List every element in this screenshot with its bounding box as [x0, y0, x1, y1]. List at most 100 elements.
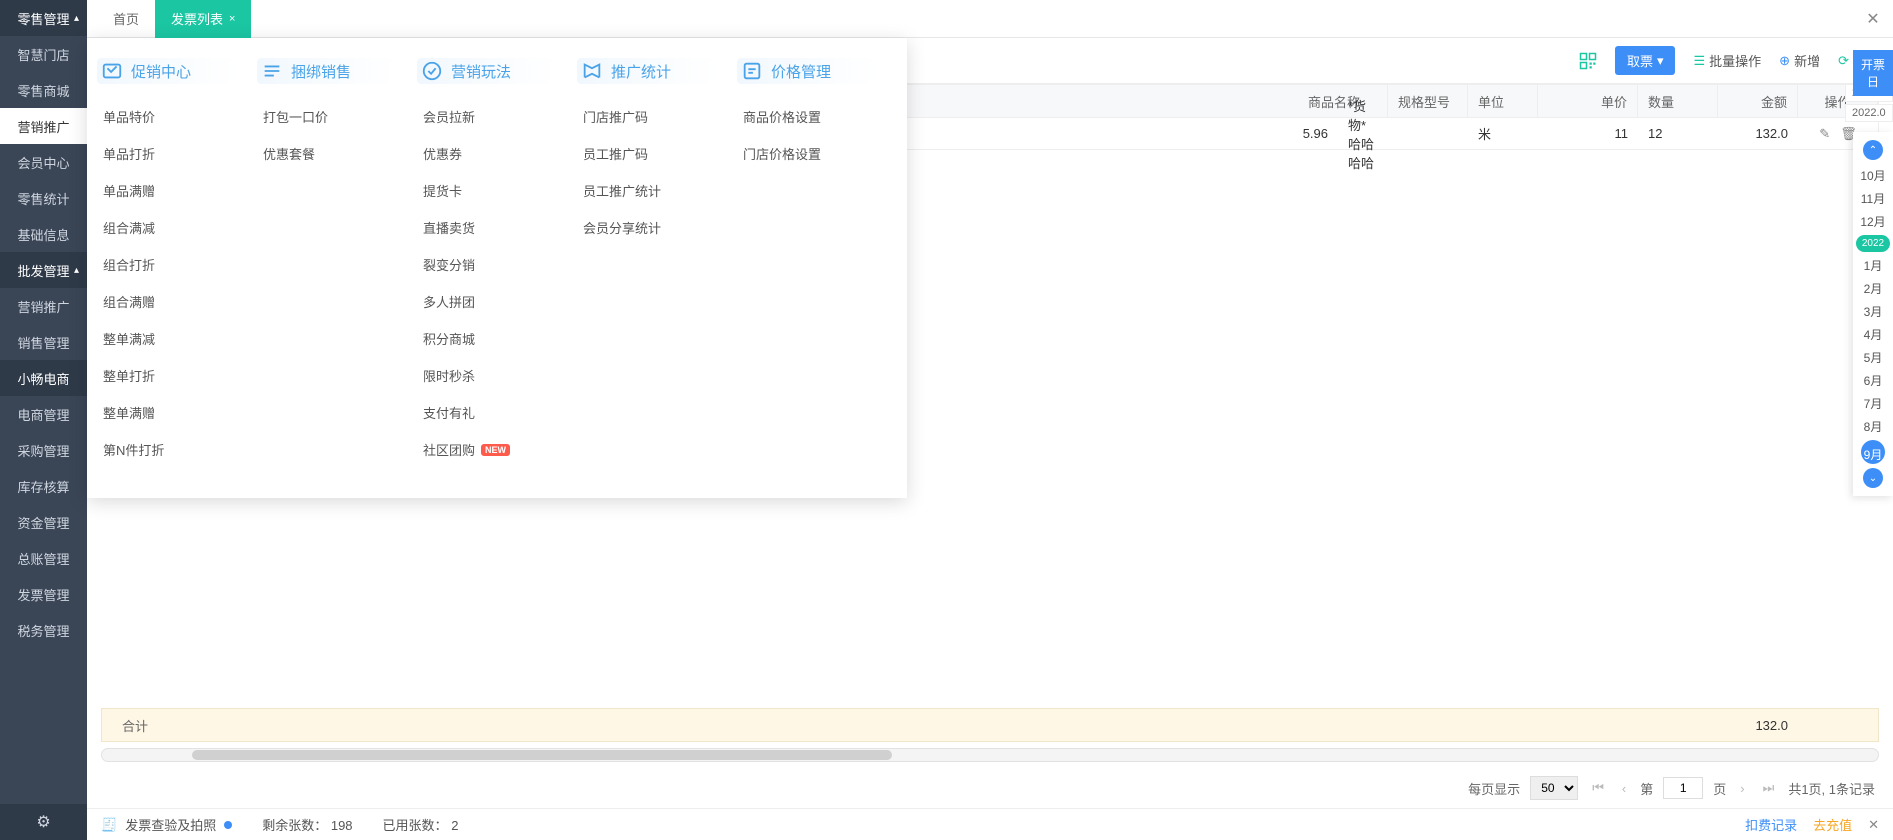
- statusbar-close-icon[interactable]: ✕: [1868, 817, 1879, 833]
- mega-menu-item[interactable]: 门店价格设置: [737, 135, 877, 172]
- month-item[interactable]: 12月: [1853, 210, 1893, 233]
- mega-menu-item[interactable]: 整单打折: [97, 357, 237, 394]
- sidebar-item[interactable]: 营销推广: [0, 108, 87, 144]
- pager-next-icon[interactable]: ›: [1736, 781, 1748, 796]
- sidebar-item[interactable]: 智慧门店: [0, 36, 87, 72]
- close-all-tabs-button[interactable]: ✕: [1853, 9, 1893, 29]
- mega-menu-item[interactable]: 第N件打折: [97, 431, 237, 468]
- mega-menu-item[interactable]: 商品价格设置: [737, 98, 877, 135]
- mega-menu-item[interactable]: 优惠券: [417, 135, 557, 172]
- tab[interactable]: 发票列表 ×: [155, 0, 251, 38]
- tab[interactable]: 首页: [97, 0, 155, 38]
- mega-menu-item[interactable]: 多人拼团: [417, 283, 557, 320]
- month-item[interactable]: 4月: [1853, 323, 1893, 346]
- sidebar-item[interactable]: 电商管理: [0, 396, 87, 432]
- edit-icon[interactable]: ✎: [1819, 126, 1830, 142]
- month-item[interactable]: 10月: [1853, 164, 1893, 187]
- mega-menu-item[interactable]: 裂变分销: [417, 246, 557, 283]
- mega-menu-item[interactable]: 提货卡: [417, 172, 557, 209]
- mega-item-label: 裂变分销: [423, 255, 475, 274]
- month-item[interactable]: 7月: [1853, 392, 1893, 415]
- month-item[interactable]: 8月: [1853, 415, 1893, 438]
- col-header-spec[interactable]: 规格型号: [1388, 85, 1468, 117]
- scroll-down-icon[interactable]: ⌄: [1863, 468, 1883, 488]
- sidebar-item[interactable]: 总账管理: [0, 540, 87, 576]
- month-item[interactable]: 6月: [1853, 369, 1893, 392]
- mega-menu-item[interactable]: 员工推广统计: [577, 172, 717, 209]
- qr-icon[interactable]: [1579, 52, 1597, 70]
- sidebar-item[interactable]: 采购管理: [0, 432, 87, 468]
- mega-menu-item[interactable]: 支付有礼: [417, 394, 557, 431]
- mini-date[interactable]: 2022.0: [1845, 104, 1893, 122]
- recharge-link[interactable]: 去充值: [1813, 815, 1852, 834]
- month-item[interactable]: 11月: [1853, 187, 1893, 210]
- mega-column-header: 价格管理: [737, 58, 877, 84]
- sidebar-item[interactable]: 零售管理▴: [0, 0, 87, 36]
- sidebar-item[interactable]: 营销推广: [0, 288, 87, 324]
- sidebar-item[interactable]: 发票管理: [0, 576, 87, 612]
- sidebar-item[interactable]: 基础信息: [0, 216, 87, 252]
- sidebar-item[interactable]: 会员中心: [0, 144, 87, 180]
- mega-menu-item[interactable]: 单品打折: [97, 135, 237, 172]
- pager-prev-icon[interactable]: ‹: [1618, 781, 1630, 796]
- sidebar-item[interactable]: 税务管理: [0, 612, 87, 648]
- mega-menu-item[interactable]: 组合满赠: [97, 283, 237, 320]
- invoice-date-tab[interactable]: 开票日: [1853, 50, 1893, 96]
- mega-menu-item[interactable]: 限时秒杀: [417, 357, 557, 394]
- qupiao-label: 取票: [1627, 51, 1653, 70]
- mega-menu-item[interactable]: 组合打折: [97, 246, 237, 283]
- pager-page-input[interactable]: [1663, 777, 1703, 799]
- qupiao-button[interactable]: 取票 ▾: [1615, 46, 1676, 75]
- mega-menu-item[interactable]: 优惠套餐: [257, 135, 397, 172]
- month-item[interactable]: 2月: [1853, 277, 1893, 300]
- mega-menu-item[interactable]: 组合满减: [97, 209, 237, 246]
- deduct-link[interactable]: 扣费记录: [1745, 815, 1797, 834]
- new-button[interactable]: ⊕ 新增: [1779, 51, 1820, 70]
- mega-column: 价格管理商品价格设置门店价格设置: [727, 58, 887, 468]
- mega-menu-item[interactable]: 积分商城: [417, 320, 557, 357]
- cell-qty: 12: [1638, 118, 1718, 149]
- month-item[interactable]: 1月: [1853, 254, 1893, 277]
- month-item[interactable]: 5月: [1853, 346, 1893, 369]
- month-item[interactable]: 3月: [1853, 300, 1893, 323]
- check-label[interactable]: 发票查验及拍照: [125, 815, 216, 834]
- mega-menu-item[interactable]: 会员分享统计: [577, 209, 717, 246]
- mega-menu-item[interactable]: 社区团购NEW: [417, 431, 557, 468]
- close-icon[interactable]: ×: [229, 13, 235, 25]
- per-page-select[interactable]: 50: [1530, 776, 1578, 800]
- mega-menu-item[interactable]: 会员拉新: [417, 98, 557, 135]
- mega-menu-item[interactable]: 单品特价: [97, 98, 237, 135]
- sidebar-item[interactable]: 零售统计: [0, 180, 87, 216]
- mega-menu-item[interactable]: 直播卖货: [417, 209, 557, 246]
- mega-column-title: 推广统计: [611, 61, 671, 82]
- sidebar-item[interactable]: 零售商城: [0, 72, 87, 108]
- mega-item-label: 整单打折: [103, 366, 155, 385]
- tab-label: 发票列表: [171, 9, 223, 28]
- mega-menu-item[interactable]: 单品满赠: [97, 172, 237, 209]
- mega-menu-item[interactable]: 门店推广码: [577, 98, 717, 135]
- mega-menu-item[interactable]: 整单满赠: [97, 394, 237, 431]
- sidebar-item[interactable]: 资金管理: [0, 504, 87, 540]
- settings-button[interactable]: ⚙: [0, 804, 87, 840]
- scrollbar-thumb[interactable]: [192, 750, 892, 760]
- horizontal-scrollbar[interactable]: [101, 748, 1879, 762]
- file-icon: 🧾: [101, 817, 117, 833]
- sidebar-item[interactable]: 库存核算: [0, 468, 87, 504]
- sidebar-item[interactable]: 销售管理: [0, 324, 87, 360]
- scroll-up-icon[interactable]: ⌃: [1863, 140, 1883, 160]
- sidebar-item[interactable]: 批发管理▴: [0, 252, 87, 288]
- sidebar-item[interactable]: 小畅电商: [0, 360, 87, 396]
- mega-menu-item[interactable]: 员工推广码: [577, 135, 717, 172]
- info-dot-icon[interactable]: [224, 821, 232, 829]
- mega-menu-item[interactable]: 打包一口价: [257, 98, 397, 135]
- year-badge[interactable]: 2022: [1856, 235, 1890, 252]
- col-header-qty[interactable]: 数量: [1638, 85, 1718, 117]
- col-header-price[interactable]: 单价: [1538, 85, 1638, 117]
- pager-last-icon[interactable]: ⏭: [1759, 780, 1779, 796]
- col-header-unit[interactable]: 单位: [1468, 85, 1538, 117]
- month-item[interactable]: 9月: [1861, 440, 1885, 464]
- pager-first-icon[interactable]: ⏮: [1588, 780, 1608, 796]
- mega-menu-item[interactable]: 整单满减: [97, 320, 237, 357]
- batch-button[interactable]: ☰ 批量操作: [1693, 51, 1761, 70]
- col-header-amount[interactable]: 金额: [1718, 85, 1798, 117]
